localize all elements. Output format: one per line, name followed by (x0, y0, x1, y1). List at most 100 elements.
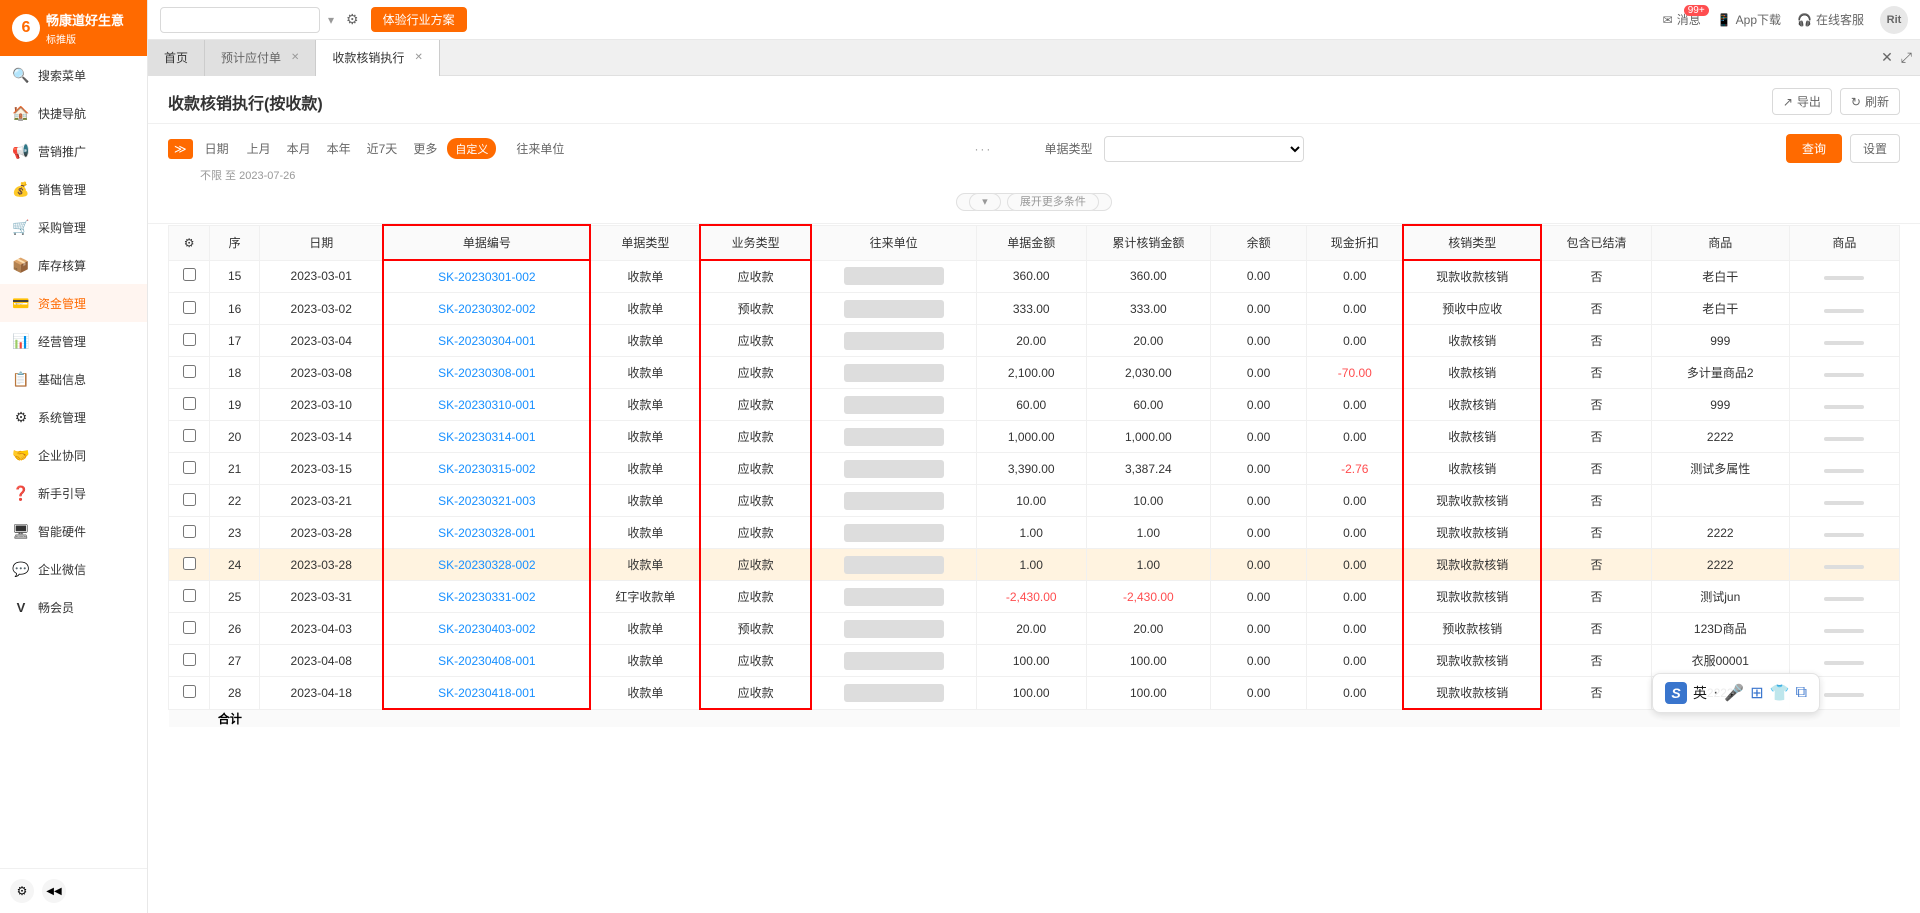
export-button[interactable]: ↗ 导出 (1772, 88, 1832, 115)
bill-no-link[interactable]: SK-20230302-002 (438, 302, 535, 316)
cell-checkbox[interactable] (169, 549, 210, 581)
refresh-button[interactable]: ↻ 刷新 (1840, 88, 1900, 115)
close-window-icon[interactable]: ✕ (1881, 49, 1893, 66)
cell-checkbox[interactable] (169, 260, 210, 293)
cell-checkbox[interactable] (169, 453, 210, 485)
sidebar-item-member[interactable]: V 畅会员 (0, 588, 147, 626)
cell-checkbox[interactable] (169, 325, 210, 357)
collapse-icon[interactable]: ◀◀ (42, 879, 66, 903)
cell-bill-no: SK-20230315-002 (383, 453, 590, 485)
row-checkbox[interactable] (183, 653, 196, 666)
solution-button[interactable]: 体验行业方案 (371, 7, 467, 32)
message-item[interactable]: ✉ 消息 99+ (1663, 11, 1701, 28)
filter-toggle-icon[interactable]: ≫ (168, 139, 193, 159)
sidebar-item-purchase[interactable]: 🛒 采购管理 (0, 208, 147, 246)
row-checkbox[interactable] (183, 301, 196, 314)
cell-bill-type: 收款单 (590, 549, 700, 581)
bill-type-select[interactable] (1104, 136, 1304, 162)
expand-bar[interactable]: ▾ 展开更多条件 (168, 189, 1900, 213)
date-btn-7days[interactable]: 近7天 (361, 138, 404, 159)
sidebar-item-inventory[interactable]: 📦 库存核算 (0, 246, 147, 284)
sidebar-item-basic[interactable]: 📋 基础信息 (0, 360, 147, 398)
cell-checkbox[interactable] (169, 293, 210, 325)
date-btn-thisyear[interactable]: 本年 (321, 138, 357, 159)
row-checkbox[interactable] (183, 333, 196, 346)
cell-amount: 20.00 (976, 325, 1086, 357)
sidebar-item-guide[interactable]: ❓ 新手引导 (0, 474, 147, 512)
cell-checkbox[interactable] (169, 613, 210, 645)
cell-checkbox[interactable] (169, 421, 210, 453)
cell-checkbox[interactable] (169, 485, 210, 517)
cell-biz-type: 应收款 (700, 260, 810, 293)
tab-collection[interactable]: 收款核销执行 ✕ (316, 40, 439, 76)
sidebar-item-wechat[interactable]: 💬 企业微信 (0, 550, 147, 588)
tab-home[interactable]: 首页 (148, 40, 205, 76)
sidebar-item-system[interactable]: ⚙ 系统管理 (0, 398, 147, 436)
filter-setting-button[interactable]: 设置 (1850, 134, 1900, 163)
settings-footer-icon[interactable]: ⚙ (10, 879, 34, 903)
app-download-item[interactable]: 📱 App下载 (1717, 11, 1781, 28)
sidebar-item-finance[interactable]: 💳 资金管理 (0, 284, 147, 322)
topbar-search-input[interactable] (160, 7, 320, 33)
tab-prepay[interactable]: 预计应付单 ✕ (205, 40, 316, 76)
row-checkbox[interactable] (183, 268, 196, 281)
sidebar-item-marketing[interactable]: 📢 营销推广 (0, 132, 147, 170)
sidebar-item-quicknav[interactable]: 🏠 快捷导航 (0, 94, 147, 132)
row-checkbox[interactable] (183, 365, 196, 378)
bill-no-link[interactable]: SK-20230310-001 (438, 398, 535, 412)
cell-amount: 10.00 (976, 485, 1086, 517)
row-checkbox[interactable] (183, 397, 196, 410)
row-checkbox[interactable] (183, 429, 196, 442)
col-settings[interactable]: ⚙ (169, 225, 210, 260)
row-checkbox[interactable] (183, 461, 196, 474)
row-checkbox[interactable] (183, 525, 196, 538)
cell-checkbox[interactable] (169, 677, 210, 710)
cell-checkbox[interactable] (169, 389, 210, 421)
user-avatar[interactable]: Rit (1880, 6, 1908, 34)
row-checkbox[interactable] (183, 621, 196, 634)
service-item[interactable]: 🎧 在线客服 (1797, 11, 1864, 28)
row-checkbox[interactable] (183, 493, 196, 506)
cell-num: 23 (210, 517, 260, 549)
date-btn-custom[interactable]: 自定义 (447, 138, 496, 159)
cell-checkbox[interactable] (169, 581, 210, 613)
tab-collection-close[interactable]: ✕ (414, 52, 422, 63)
bill-no-link[interactable]: SK-20230328-002 (438, 558, 535, 572)
cell-biz-type: 应收款 (700, 325, 810, 357)
bill-no-link[interactable]: SK-20230308-001 (438, 366, 535, 380)
cell-checkbox[interactable] (169, 645, 210, 677)
row-checkbox[interactable] (183, 685, 196, 698)
cell-bill-no: SK-20230331-002 (383, 581, 590, 613)
cell-num: 15 (210, 260, 260, 293)
date-btn-lastmonth[interactable]: 上月 (241, 138, 277, 159)
bill-no-link[interactable]: SK-20230331-002 (438, 590, 535, 604)
cell-goods1: 123D商品 (1651, 613, 1789, 645)
row-checkbox[interactable] (183, 589, 196, 602)
bill-no-link[interactable]: SK-20230403-002 (438, 622, 535, 636)
sidebar-item-enterprise[interactable]: 🤝 企业协同 (0, 436, 147, 474)
bill-no-link[interactable]: SK-20230321-003 (438, 494, 535, 508)
bill-no-link[interactable]: SK-20230304-001 (438, 334, 535, 348)
row-checkbox[interactable] (183, 557, 196, 570)
bill-no-link[interactable]: SK-20230328-001 (438, 526, 535, 540)
cell-goods2 (1789, 645, 1899, 677)
bill-no-link[interactable]: SK-20230301-002 (438, 270, 535, 284)
expand-window-icon[interactable]: ⤢ (1901, 49, 1912, 66)
sidebar-item-sales[interactable]: 💰 销售管理 (0, 170, 147, 208)
date-btn-thismonth[interactable]: 本月 (281, 138, 317, 159)
bill-no-link[interactable]: SK-20230418-001 (438, 686, 535, 700)
cell-checkbox[interactable] (169, 517, 210, 549)
filter-collapse-btn[interactable]: ≫ (168, 139, 193, 159)
bill-no-link[interactable]: SK-20230315-002 (438, 462, 535, 476)
cell-checkbox[interactable] (169, 357, 210, 389)
date-btn-more[interactable]: 更多 (407, 138, 443, 159)
query-button[interactable]: 查询 (1786, 134, 1842, 163)
bill-no-link[interactable]: SK-20230314-001 (438, 430, 535, 444)
sidebar-item-hardware[interactable]: 🖥 智能硬件 (0, 512, 147, 550)
sidebar-item-search[interactable]: 🔍 搜索菜单 (0, 56, 147, 94)
tab-prepay-close[interactable]: ✕ (291, 52, 299, 63)
bill-no-link[interactable]: SK-20230408-001 (438, 654, 535, 668)
sidebar-item-operations[interactable]: 📊 经营管理 (0, 322, 147, 360)
topbar-gear-icon[interactable]: ⚙ (342, 11, 363, 28)
cell-biz-type: 预收款 (700, 293, 810, 325)
